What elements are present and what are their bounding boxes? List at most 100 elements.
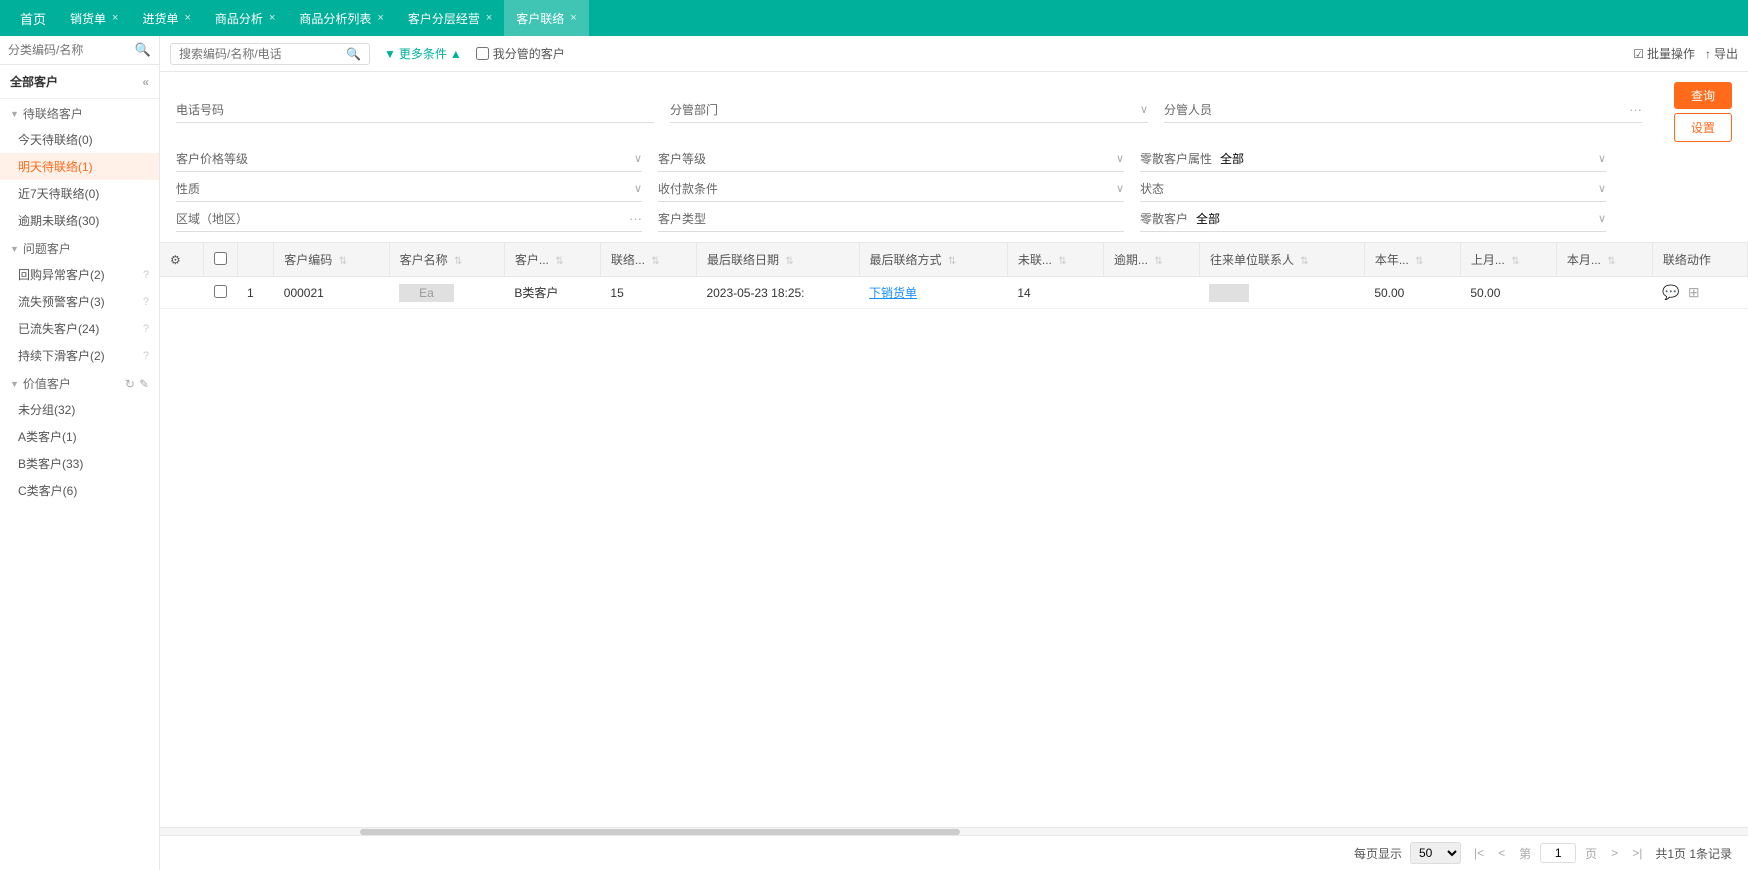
nav-customer-layered[interactable]: 客户分层经营 × (396, 0, 504, 36)
settings-button[interactable]: 设置 (1674, 113, 1732, 142)
prev-page-btn[interactable]: < (1493, 844, 1510, 862)
first-page-btn[interactable]: |< (1469, 844, 1489, 862)
query-button[interactable]: 查询 (1674, 82, 1732, 109)
sidebar-item-week-pending[interactable]: 近7天待联络(0) (0, 180, 159, 207)
sidebar-item-today-pending[interactable]: 今天待联络(0) (0, 126, 159, 153)
export-btn[interactable]: ↑ 导出 (1705, 45, 1738, 62)
sidebar-item-tomorrow-pending[interactable]: 明天待联络(1) (0, 153, 159, 180)
cell-gear (160, 277, 203, 309)
grid-icon[interactable]: ⊞ (1688, 284, 1700, 301)
cell-type: B类客户 (504, 277, 600, 309)
filter-customer-type[interactable]: 客户类型 (658, 210, 1124, 232)
sidebar-all-customers[interactable]: 全部客户 « (0, 65, 159, 99)
filter-row-1: 电话号码 分管部门 ∨ 分管人员 ··· 查询 设置 (176, 82, 1732, 142)
filter-payment-terms[interactable]: 收付款条件 ∨ (658, 180, 1124, 202)
refresh-icon[interactable]: ↻ (125, 377, 135, 391)
sidebar-item-churn-warning[interactable]: 流失预警客户(3) ? (0, 288, 159, 315)
filter-customer-type-input[interactable] (714, 212, 1124, 226)
sidebar-item-repurchase-anomaly[interactable]: 回购异常客户(2) ? (0, 261, 159, 288)
filter-retail-attr[interactable]: 零散客户属性 全部 ∨ (1140, 150, 1606, 172)
close-icon[interactable]: × (570, 12, 576, 24)
cell-not-linked: 14 (1007, 277, 1103, 309)
col-gear[interactable]: ⚙ (160, 243, 203, 277)
filter-more-btn[interactable]: ▼ 更多条件 ▲ (378, 42, 468, 65)
filter-price-level[interactable]: 客户价格等级 ∨ (176, 150, 642, 172)
filter-manager[interactable]: 分管人员 ··· (1164, 101, 1642, 123)
filter-panel: 电话号码 分管部门 ∨ 分管人员 ··· 查询 设置 (160, 72, 1748, 243)
col-last-month[interactable]: 上月... ⇅ (1460, 243, 1556, 277)
filter-phone-input[interactable] (232, 103, 654, 117)
nav-sales-order[interactable]: 销货单 × (58, 0, 130, 36)
last-page-btn[interactable]: >| (1627, 844, 1647, 862)
col-action: 联络动作 (1652, 243, 1747, 277)
col-contact-person[interactable]: 往来单位联系人 ⇅ (1199, 243, 1364, 277)
sort-icon: ⇅ (1058, 256, 1066, 267)
my-customers-check[interactable] (476, 47, 489, 60)
edit-icon[interactable]: ✎ (139, 377, 149, 391)
table-container: ⚙ 客户编码 ⇅ 客户名称 ⇅ (160, 243, 1748, 827)
cell-this-year: 50.00 (1364, 277, 1460, 309)
filter-status[interactable]: 状态 ∨ (1140, 180, 1606, 202)
select-all-checkbox[interactable] (214, 252, 227, 265)
per-page-select[interactable]: 50 10 20 100 (1410, 842, 1461, 864)
batch-op-btn[interactable]: ☑ 批量操作 (1633, 45, 1695, 62)
footer: 每页显示 50 10 20 100 |< < 第 页 > >| 共1页 1条记录 (160, 835, 1748, 870)
sidebar-item-class-c[interactable]: C类客户(6) (0, 477, 159, 504)
chevron-down-icon: ∨ (634, 152, 642, 165)
sidebar-item-declining[interactable]: 持续下滑客户(2) ? (0, 342, 159, 369)
col-this-year[interactable]: 本年... ⇅ (1364, 243, 1460, 277)
search-icon[interactable]: 🔍 (346, 47, 361, 61)
nav-product-analysis[interactable]: 商品分析 × (203, 0, 287, 36)
cell-checkbox (203, 277, 237, 309)
main-layout: 🔍 全部客户 « 待联络客户 今天待联络(0) 明天待联络(1) 近7天待联络(… (0, 36, 1748, 870)
toolbar: 🔍 ▼ 更多条件 ▲ 我分管的客户 ☑ 批量操作 ↑ 导出 (160, 36, 1748, 72)
close-icon[interactable]: × (486, 12, 492, 24)
next-page-btn[interactable]: > (1606, 844, 1623, 862)
col-this-month[interactable]: 本月... ⇅ (1556, 243, 1652, 277)
col-name[interactable]: 客户名称 ⇅ (389, 243, 504, 277)
close-icon[interactable]: × (377, 12, 383, 24)
search-input[interactable] (179, 47, 346, 61)
close-icon[interactable]: × (184, 12, 190, 24)
nav-customer-contact[interactable]: 客户联络 × (504, 0, 588, 36)
table-row: 1 000021 Ea B类客户 15 2023-05-23 18:25: 下销… (160, 277, 1748, 309)
cell-contact-person (1199, 277, 1364, 309)
filter-nature[interactable]: 性质 ∨ (176, 180, 642, 202)
action-icons: 💬 ⊞ (1662, 284, 1737, 301)
comment-icon[interactable]: 💬 (1662, 284, 1679, 301)
close-icon[interactable]: × (112, 12, 118, 24)
sidebar-search-icon[interactable]: 🔍 (135, 42, 151, 58)
row-checkbox[interactable] (214, 285, 227, 298)
filter-region[interactable]: 区域（地区） ··· (176, 210, 642, 232)
sidebar-item-class-a[interactable]: A类客户(1) (0, 423, 159, 450)
nav-home[interactable]: 首页 (8, 0, 58, 36)
filter-retail-customer[interactable]: 零散客户 全部 ∨ (1140, 210, 1606, 232)
cell-last-contact-method[interactable]: 下销货单 (859, 277, 1007, 309)
filter-customer-level[interactable]: 客户等级 ∨ (658, 150, 1124, 172)
sidebar-item-class-b[interactable]: B类客户(33) (0, 450, 159, 477)
my-customers-checkbox[interactable]: 我分管的客户 (476, 45, 565, 62)
col-code[interactable]: 客户编码 ⇅ (274, 243, 389, 277)
col-last-contact-method[interactable]: 最后联络方式 ⇅ (859, 243, 1007, 277)
sidebar-search-input[interactable] (8, 43, 135, 57)
filter-dept[interactable]: 分管部门 ∨ (670, 101, 1148, 123)
col-last-contact-date[interactable]: 最后联络日期 ⇅ (696, 243, 859, 277)
filter-row-3: 性质 ∨ 收付款条件 ∨ 状态 ∨ (176, 180, 1732, 202)
scrollbar-thumb[interactable] (360, 829, 960, 835)
checkbox-icon: ☑ (1633, 47, 1644, 61)
nav-purchase-order[interactable]: 进货单 × (130, 0, 202, 36)
sidebar-item-churned[interactable]: 已流失客户(24) ? (0, 315, 159, 342)
col-type[interactable]: 客户... ⇅ (504, 243, 600, 277)
col-overdue[interactable]: 逾期... ⇅ (1103, 243, 1199, 277)
collapse-icon[interactable]: « (142, 75, 149, 89)
gear-icon[interactable]: ⚙ (170, 253, 181, 267)
sidebar-item-overdue-pending[interactable]: 逾期未联络(30) (0, 207, 159, 234)
chevron-down-icon: ∨ (1598, 152, 1606, 165)
close-icon[interactable]: × (269, 12, 275, 24)
nav-product-analysis-list[interactable]: 商品分析列表 × (287, 0, 395, 36)
sidebar-item-ungrouped[interactable]: 未分组(32) (0, 396, 159, 423)
horizontal-scrollbar[interactable] (160, 827, 1748, 835)
col-contacts[interactable]: 联络... ⇅ (600, 243, 696, 277)
page-input[interactable] (1540, 843, 1576, 863)
col-not-linked[interactable]: 未联... ⇅ (1007, 243, 1103, 277)
